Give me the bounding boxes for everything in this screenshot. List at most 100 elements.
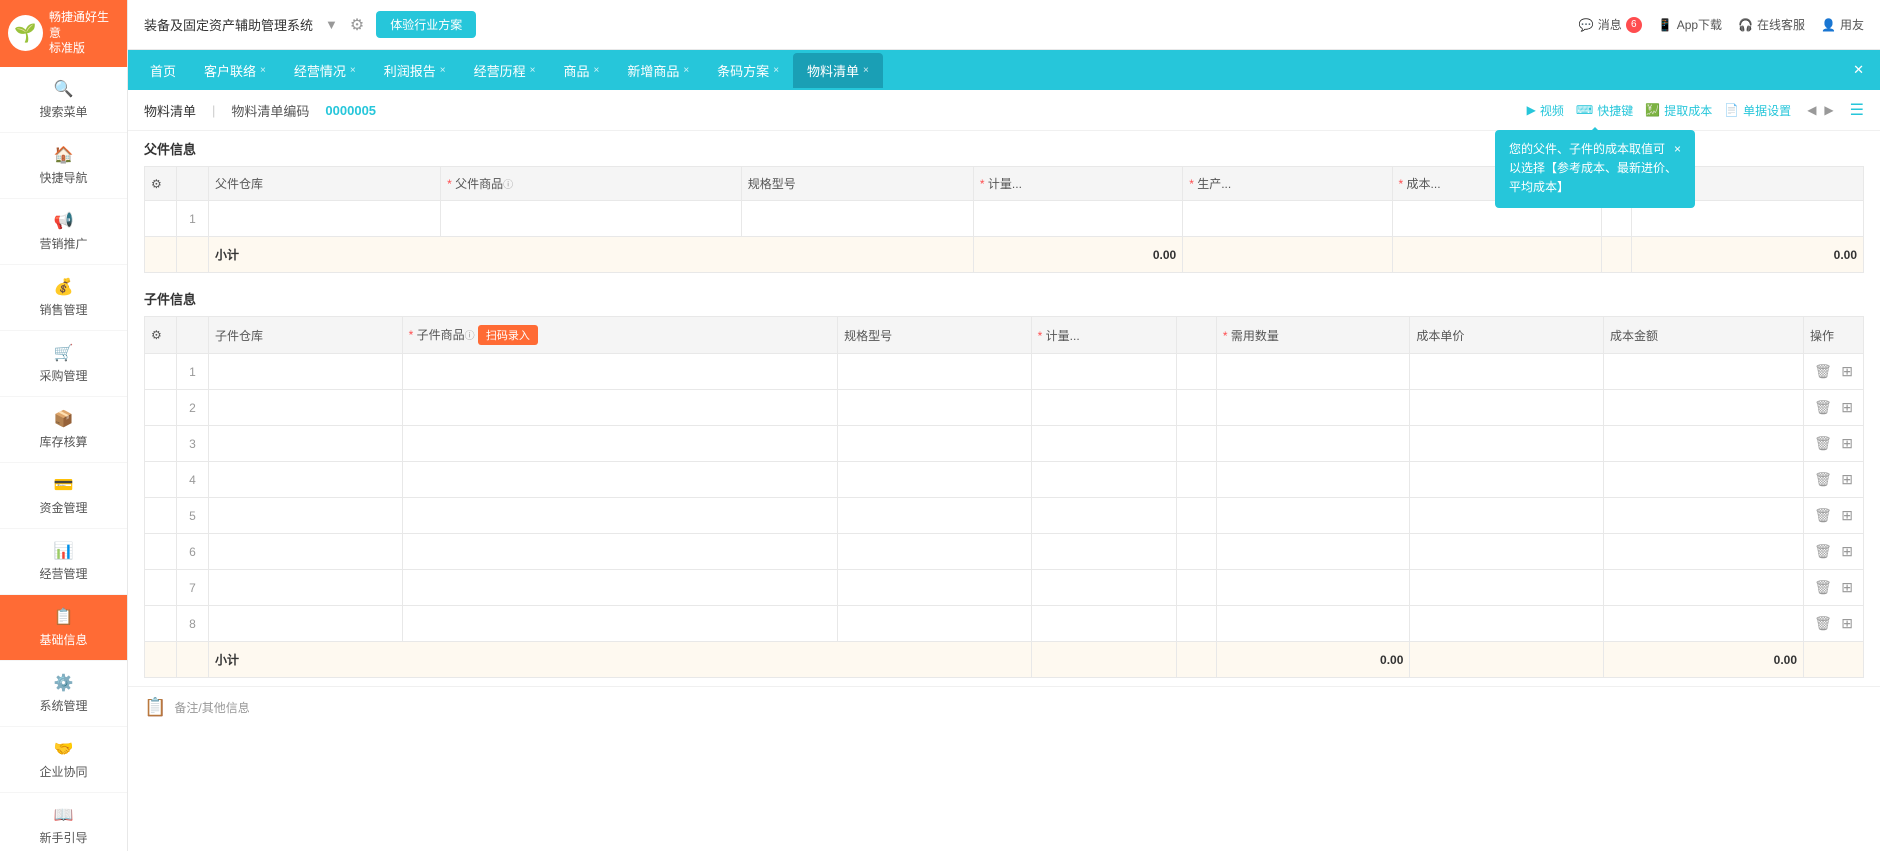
action-cost[interactable]: 💹 提取成本 [1645, 102, 1712, 119]
copy-icon-6[interactable]: ⊞ [1841, 579, 1853, 595]
system-dropdown-icon[interactable]: ▼ [325, 17, 338, 32]
child-row-product-4[interactable] [402, 498, 838, 534]
child-row-qty-1[interactable] [1216, 390, 1410, 426]
child-row-unit-7[interactable] [1031, 606, 1176, 642]
sidebar-item-operations[interactable]: 📊经营管理 [0, 529, 127, 595]
scan-button[interactable]: 扫码录入 [478, 325, 538, 345]
tab-operations[interactable]: 经营情况× [280, 53, 370, 88]
copy-icon-1[interactable]: ⊞ [1841, 399, 1853, 415]
child-row-unit-6[interactable] [1031, 570, 1176, 606]
sidebar-item-guide[interactable]: 📖新手引导 [0, 793, 127, 851]
child-row-qty-5[interactable] [1216, 534, 1410, 570]
child-row-warehouse-1[interactable] [209, 390, 403, 426]
child-row-qty-6[interactable] [1216, 570, 1410, 606]
child-row-spec-1[interactable] [838, 390, 1032, 426]
child-row-unit-cost-7[interactable] [1410, 606, 1604, 642]
child-row-unit-1[interactable] [1031, 390, 1176, 426]
child-row-warehouse-5[interactable] [209, 534, 403, 570]
copy-icon-3[interactable]: ⊞ [1841, 471, 1853, 487]
parent-row-spec[interactable] [741, 201, 973, 237]
tab-close-customers[interactable]: × [260, 65, 266, 76]
delete-icon-6[interactable]: 🗑 [1814, 579, 1832, 595]
action-video[interactable]: ▶ 视频 [1527, 102, 1564, 119]
child-row-spec-6[interactable] [838, 570, 1032, 606]
child-row-warehouse-4[interactable] [209, 498, 403, 534]
tab-products[interactable]: 商品× [549, 53, 613, 88]
copy-icon-0[interactable]: ⊞ [1841, 363, 1853, 379]
delete-icon-0[interactable]: 🗑 [1814, 363, 1832, 379]
child-row-unit-2[interactable] [1031, 426, 1176, 462]
copy-icon-7[interactable]: ⊞ [1841, 615, 1853, 631]
child-row-product-2[interactable] [402, 426, 838, 462]
child-row-unit-cost-1[interactable] [1410, 390, 1604, 426]
messages-item[interactable]: 💬 消息 6 [1579, 16, 1642, 33]
child-row-spec-2[interactable] [838, 426, 1032, 462]
sidebar-item-quick-nav[interactable]: 🏠快捷导航 [0, 133, 127, 199]
child-row-spec-7[interactable] [838, 606, 1032, 642]
tab-close-profit[interactable]: × [440, 65, 446, 76]
child-row-warehouse-7[interactable] [209, 606, 403, 642]
sidebar-item-system[interactable]: ⚙️系统管理 [0, 661, 127, 727]
tab-close-new-product[interactable]: × [683, 65, 689, 76]
parent-row-warehouse[interactable] [209, 201, 441, 237]
child-row-unit-cost-3[interactable] [1410, 462, 1604, 498]
parent-row-product[interactable] [441, 201, 742, 237]
child-row-spec-5[interactable] [838, 534, 1032, 570]
user-item[interactable]: 👤 用友 [1821, 16, 1864, 33]
list-view-icon[interactable]: ☰ [1850, 100, 1864, 120]
tab-close-operations[interactable]: × [350, 65, 356, 76]
sidebar-item-purchase[interactable]: 🛒采购管理 [0, 331, 127, 397]
copy-icon-2[interactable]: ⊞ [1841, 435, 1853, 451]
child-row-product-1[interactable] [402, 390, 838, 426]
tab-close-bom[interactable]: × [863, 65, 869, 76]
tab-bom[interactable]: 物料清单× [793, 53, 883, 88]
child-row-qty-3[interactable] [1216, 462, 1410, 498]
tab-profit[interactable]: 利润报告× [370, 53, 460, 88]
child-row-warehouse-3[interactable] [209, 462, 403, 498]
copy-icon-5[interactable]: ⊞ [1841, 543, 1853, 559]
child-row-warehouse-2[interactable] [209, 426, 403, 462]
child-row-qty-4[interactable] [1216, 498, 1410, 534]
child-row-spec-3[interactable] [838, 462, 1032, 498]
child-row-product-6[interactable] [402, 570, 838, 606]
child-row-unit-4[interactable] [1031, 498, 1176, 534]
close-tab-icon[interactable]: ✕ [1845, 62, 1872, 78]
child-row-unit-cost-6[interactable] [1410, 570, 1604, 606]
child-row-unit-cost-2[interactable] [1410, 426, 1604, 462]
action-settings[interactable]: 📄 单据设置 [1724, 102, 1791, 119]
nav-arrow-right[interactable]: ▶ [1820, 101, 1837, 119]
sidebar-item-inventory[interactable]: 📦库存核算 [0, 397, 127, 463]
copy-icon-4[interactable]: ⊞ [1841, 507, 1853, 523]
tab-new-product[interactable]: 新增商品× [613, 53, 703, 88]
delete-icon-3[interactable]: 🗑 [1814, 471, 1832, 487]
child-row-spec-4[interactable] [838, 498, 1032, 534]
trial-button[interactable]: 体验行业方案 [376, 11, 476, 38]
child-row-qty-2[interactable] [1216, 426, 1410, 462]
child-row-qty-0[interactable] [1216, 354, 1410, 390]
sidebar-item-basic-info[interactable]: 📋基础信息 [0, 595, 127, 661]
support-item[interactable]: 🎧 在线客服 [1738, 16, 1805, 33]
sidebar-item-marketing[interactable]: 📢营销推广 [0, 199, 127, 265]
delete-icon-5[interactable]: 🗑 [1814, 543, 1832, 559]
tab-home[interactable]: 首页 [136, 53, 190, 88]
sidebar-item-finance[interactable]: 💳资金管理 [0, 463, 127, 529]
nav-arrow-left[interactable]: ◀ [1803, 101, 1820, 119]
tab-barcode[interactable]: 条码方案× [703, 53, 793, 88]
settings-icon[interactable]: ⚙ [350, 15, 364, 35]
child-row-unit-cost-5[interactable] [1410, 534, 1604, 570]
tab-customers[interactable]: 客户联络× [190, 53, 280, 88]
tab-history[interactable]: 经营历程× [460, 53, 550, 88]
gear-icon[interactable]: ⚙ [151, 177, 162, 191]
parent-row-unit[interactable] [973, 201, 1182, 237]
child-row-unit-0[interactable] [1031, 354, 1176, 390]
child-row-unit-cost-0[interactable] [1410, 354, 1604, 390]
child-row-unit-5[interactable] [1031, 534, 1176, 570]
delete-icon-7[interactable]: 🗑 [1814, 615, 1832, 631]
child-row-product-0[interactable] [402, 354, 838, 390]
sidebar-item-search[interactable]: 🔍搜索菜单 [0, 67, 127, 133]
child-gear-icon[interactable]: ⚙ [151, 328, 162, 342]
child-row-warehouse-0[interactable] [209, 354, 403, 390]
child-row-warehouse-6[interactable] [209, 570, 403, 606]
child-row-unit-3[interactable] [1031, 462, 1176, 498]
parent-row-production[interactable] [1183, 201, 1392, 237]
